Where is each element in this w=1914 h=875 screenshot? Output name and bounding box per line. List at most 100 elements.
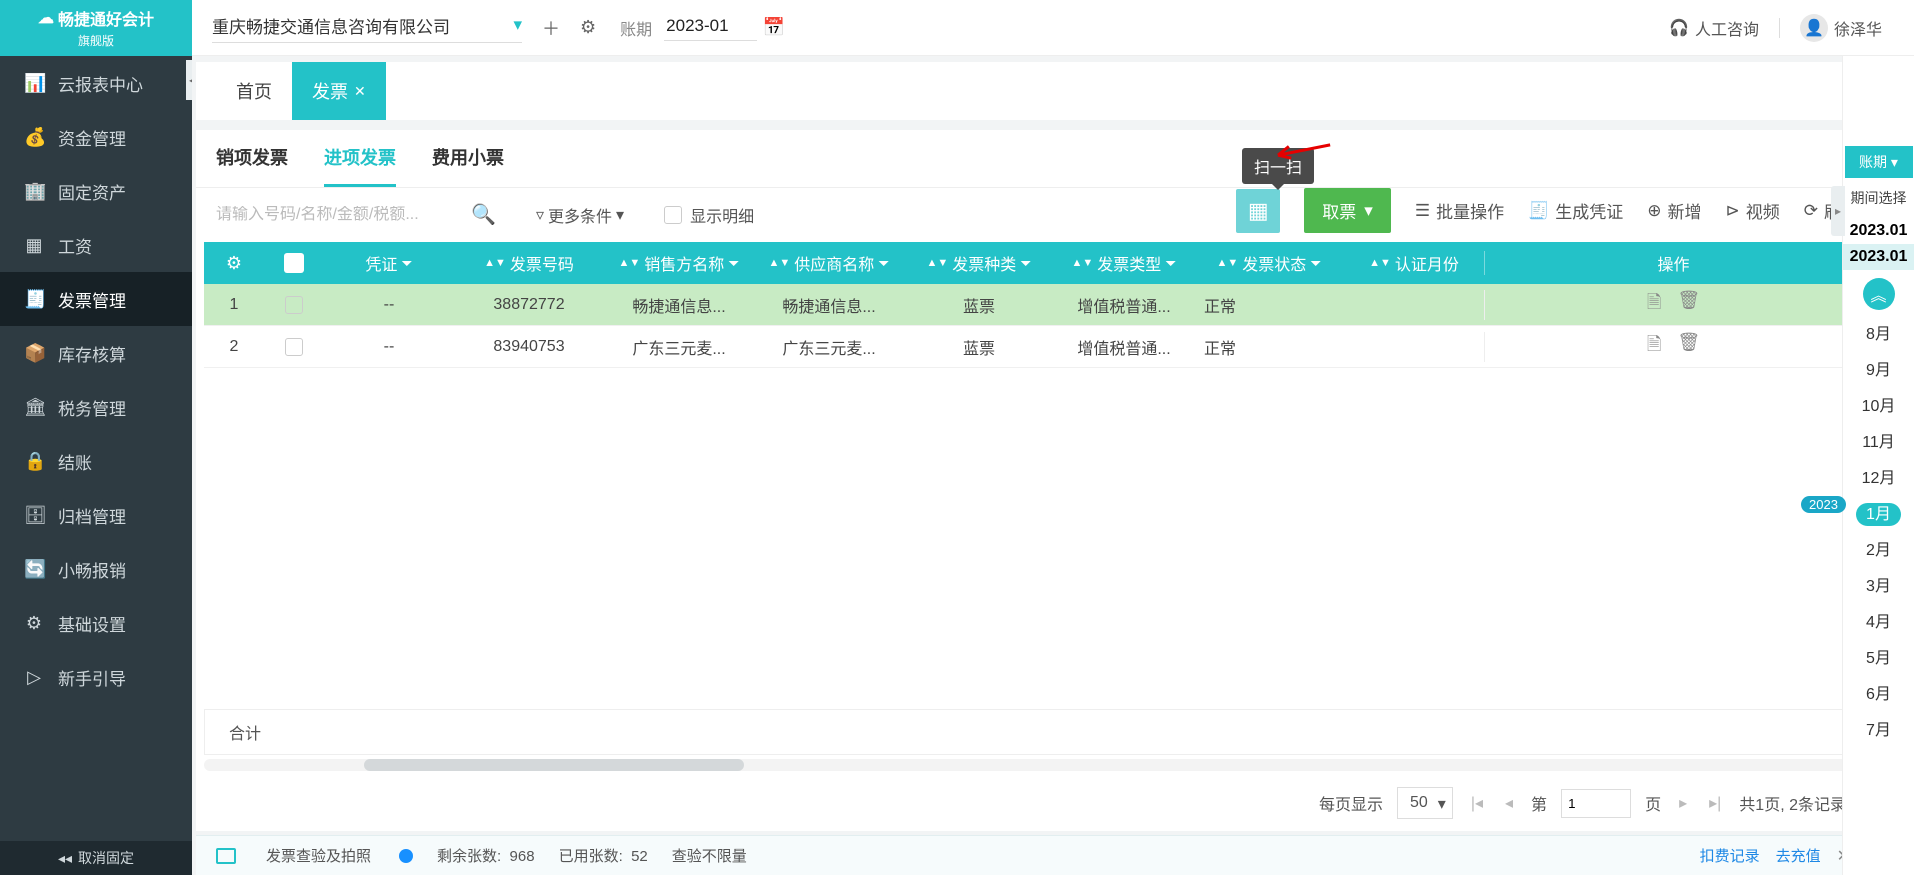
row-checkbox[interactable] (264, 338, 324, 356)
search-box[interactable]: 🔍 (216, 202, 496, 228)
rail-month-2月[interactable]: 2月 (1843, 530, 1914, 566)
sort-icon[interactable]: ▲▼ (1072, 260, 1094, 267)
add-icon[interactable]: ＋ (542, 15, 560, 41)
user-menu[interactable]: 👤 徐泽华 (1800, 14, 1882, 42)
sidebar-item-2[interactable]: 🏢固定资产 (0, 164, 192, 218)
sidebar-item-1[interactable]: 💰资金管理 (0, 110, 192, 164)
filter-icon[interactable]: ⏷ (1310, 255, 1321, 272)
per-page-select[interactable]: 50 ▾ (1397, 787, 1453, 819)
col-kind[interactable]: ▲▼发票种类⏷ (904, 251, 1054, 275)
sort-icon[interactable]: ▲▼ (619, 260, 641, 267)
recharge-link[interactable]: 去充值 (1776, 845, 1821, 866)
page-next-icon[interactable]: ▸ (1675, 793, 1691, 813)
rail-year-end[interactable]: 2023.01 (1843, 244, 1914, 270)
tab-0[interactable]: 首页 (216, 62, 292, 120)
rail-month-12月[interactable]: 12月 (1843, 458, 1914, 494)
sub-tab-0[interactable]: 销项发票 (216, 144, 288, 187)
filter-icon[interactable]: ⏷ (878, 255, 889, 272)
sub-tab-2[interactable]: 费用小票 (432, 144, 504, 187)
col-supplier[interactable]: ▲▼供应商名称⏷ (754, 251, 904, 275)
rail-month-4月[interactable]: 4月 (1843, 602, 1914, 638)
view-icon[interactable]: 🗎 (1647, 290, 1661, 320)
sort-icon[interactable]: ▲▼ (927, 260, 949, 267)
info-badge-icon[interactable] (399, 849, 413, 863)
col-voucher[interactable]: 凭证⏷ (324, 251, 454, 275)
batch-action[interactable]: ☰批量操作 (1415, 198, 1504, 223)
sidebar-item-10[interactable]: ⚙基础设置 (0, 596, 192, 650)
rail-month-10月[interactable]: 10月 (1843, 386, 1914, 422)
sidebar-item-5[interactable]: 📦库存核算 (0, 326, 192, 380)
add-action[interactable]: ⊕新增 (1647, 198, 1701, 223)
video-action[interactable]: ⊳视频 (1726, 198, 1780, 223)
sidebar-item-6[interactable]: 🏛税务管理 (0, 380, 192, 434)
filter-icon[interactable]: ⏷ (401, 255, 412, 272)
scrollbar-thumb[interactable] (364, 759, 744, 771)
col-type[interactable]: ▲▼发票类型⏷ (1054, 251, 1194, 275)
rail-month-1月[interactable]: 20231月 (1843, 494, 1914, 530)
sidebar-item-9[interactable]: 🔄小畅报销 (0, 542, 192, 596)
checkbox-icon[interactable] (285, 296, 303, 314)
more-filters[interactable]: ▿ 更多条件 ▾ (536, 203, 624, 227)
page-first-icon[interactable]: |◂ (1467, 793, 1487, 813)
sort-icon[interactable]: ▲▼ (484, 260, 506, 267)
col-seller[interactable]: ▲▼销售方名称⏷ (604, 251, 754, 275)
col-invoice-no[interactable]: ▲▼发票号码 (454, 251, 604, 275)
gen-voucher-action[interactable]: 🧾生成凭证 (1528, 198, 1623, 223)
sidebar-unpin[interactable]: ◂◂ 取消固定 (0, 841, 192, 875)
sidebar-item-3[interactable]: ▦工资 (0, 218, 192, 272)
col-month[interactable]: ▲▼认证月份 (1344, 251, 1484, 275)
rail-month-6月[interactable]: 6月 (1843, 674, 1914, 710)
sidebar-item-8[interactable]: 🗄归档管理 (0, 488, 192, 542)
charge-log-link[interactable]: 扣费记录 (1700, 845, 1760, 866)
rail-collapse-handle[interactable]: ▸ (1831, 186, 1845, 236)
search-input[interactable] (216, 206, 471, 224)
tab-1[interactable]: 发票✕ (292, 62, 386, 120)
col-select-all[interactable] (264, 253, 324, 273)
rail-month-11月[interactable]: 11月 (1843, 422, 1914, 458)
sub-tab-1[interactable]: 进项发票 (324, 144, 396, 187)
rail-month-7月[interactable]: 7月 (1843, 710, 1914, 746)
page-last-icon[interactable]: ▸| (1705, 793, 1725, 813)
filter-icon[interactable]: ⏷ (1165, 255, 1176, 272)
sidebar-item-11[interactable]: ▷新手引导 (0, 650, 192, 704)
calendar-icon[interactable]: 📅 (763, 17, 785, 38)
period-value[interactable]: 2023-01 (664, 14, 756, 41)
view-icon[interactable]: 🗎 (1647, 332, 1661, 362)
row-checkbox[interactable] (264, 296, 324, 314)
page-prev-icon[interactable]: ◂ (1501, 793, 1517, 813)
search-icon[interactable]: 🔍 (471, 202, 496, 227)
consult-button[interactable]: 🎧 人工咨询 (1669, 16, 1759, 40)
col-settings[interactable]: ⚙ (204, 253, 264, 274)
delete-icon[interactable]: 🗑 (1677, 332, 1700, 362)
rail-month-3月[interactable]: 3月 (1843, 566, 1914, 602)
sort-icon[interactable]: ▲▼ (769, 260, 791, 267)
page-input[interactable] (1561, 789, 1631, 818)
checkbox-icon[interactable] (664, 206, 682, 224)
rail-month-9月[interactable]: 9月 (1843, 350, 1914, 386)
rail-year-start[interactable]: 2023.01 (1843, 218, 1914, 244)
filter-icon[interactable]: ⏷ (728, 255, 739, 272)
rail-scroll-up[interactable]: ︽ (1863, 278, 1895, 310)
sidebar-item-4[interactable]: 🧾发票管理 (0, 272, 192, 326)
sidebar-item-0[interactable]: 📊云报表中心 (0, 56, 192, 110)
get-invoice-button[interactable]: 取票▾ (1304, 188, 1391, 233)
col-status[interactable]: ▲▼发票状态⏷ (1194, 251, 1344, 275)
h-scrollbar[interactable] (204, 759, 1862, 771)
checkbox-icon[interactable] (284, 253, 304, 273)
sort-icon[interactable]: ▲▼ (1369, 260, 1391, 267)
rail-month-8月[interactable]: 8月 (1843, 314, 1914, 350)
sort-icon[interactable]: ▲▼ (1217, 260, 1239, 267)
rail-period-button[interactable]: 账期 ▾ (1845, 146, 1913, 178)
delete-icon[interactable]: 🗑 (1677, 290, 1700, 320)
scan-qr-button[interactable]: ▦ (1236, 189, 1280, 233)
gear-icon[interactable]: ⚙ (580, 17, 596, 38)
table-row[interactable]: 1 -- 38872772 畅捷通信息... 畅捷通信息... 蓝票 增值税普通… (204, 284, 1862, 326)
company-selector[interactable]: 重庆畅捷交通信息咨询有限公司 ▾ (212, 13, 522, 43)
close-icon[interactable]: ✕ (354, 83, 366, 100)
table-row[interactable]: 2 -- 83940753 广东三元麦... 广东三元麦... 蓝票 增值税普通… (204, 326, 1862, 368)
filter-icon[interactable]: ⏷ (1020, 255, 1031, 272)
checkbox-icon[interactable] (285, 338, 303, 356)
show-detail-toggle[interactable]: 显示明细 (664, 203, 754, 227)
sidebar-item-7[interactable]: 🔒结账 (0, 434, 192, 488)
rail-month-5月[interactable]: 5月 (1843, 638, 1914, 674)
